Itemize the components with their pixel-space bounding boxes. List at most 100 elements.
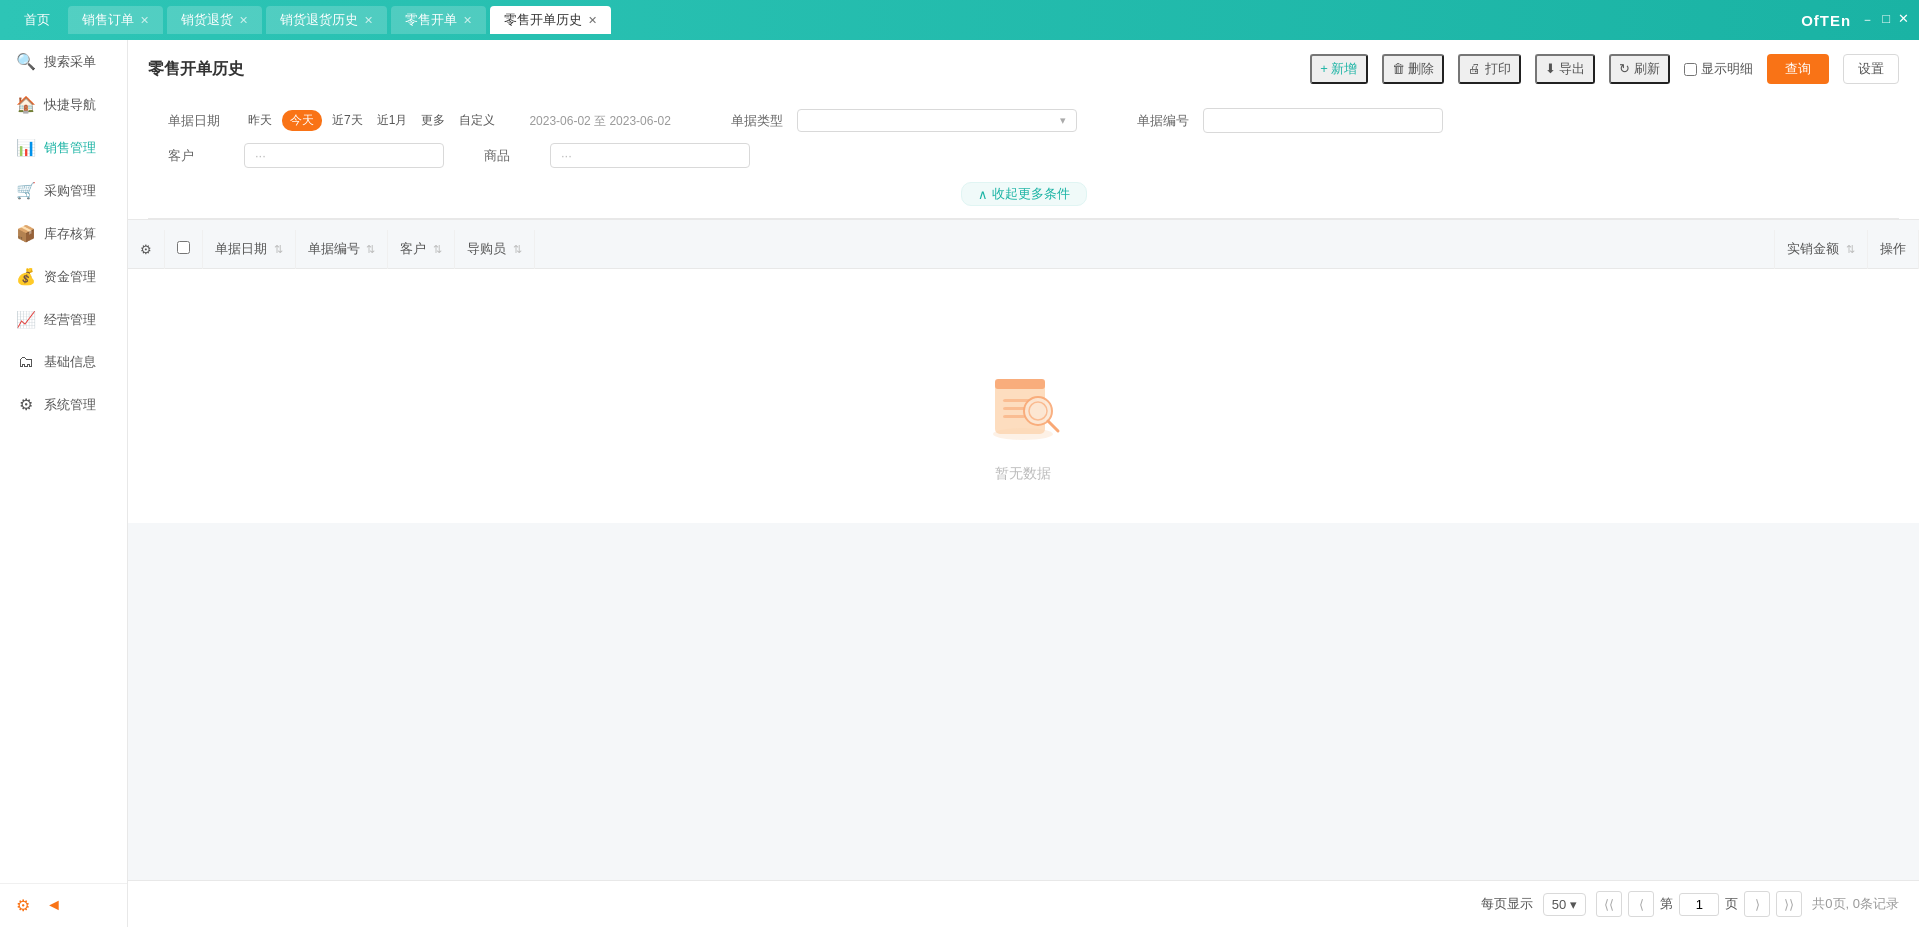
th-date-label: 单据日期 <box>215 241 267 256</box>
data-table: ⚙ 单据日期 ⇅ 单据编号 ⇅ <box>128 230 1919 523</box>
prev-page-button[interactable]: ⟨ <box>1628 891 1654 917</box>
minimize-button[interactable]: － <box>1861 11 1874 29</box>
goods-label: 商品 <box>484 147 540 165</box>
date-btn-7days[interactable]: 近7天 <box>328 110 367 131</box>
th-salesperson-label: 导购员 <box>467 241 506 256</box>
sidebar-item-inventory-label: 库存核算 <box>44 225 96 243</box>
th-settings[interactable]: ⚙ <box>128 230 165 269</box>
sidebar: 🔍 搜索采单 🏠 快捷导航 📊 销售管理 🛒 采购管理 📦 库存核算 💰 资金管… <box>0 40 128 927</box>
next-page-button[interactable]: ⟩ <box>1744 891 1770 917</box>
close-icon[interactable]: ✕ <box>364 14 373 27</box>
close-icon[interactable]: ✕ <box>588 14 597 27</box>
close-button[interactable]: ✕ <box>1898 11 1909 29</box>
settings-icon[interactable]: ⚙ <box>140 242 152 257</box>
sidebar-item-system-mgmt[interactable]: ⚙ 系统管理 <box>0 383 127 426</box>
display-toggle-label: 显示明细 <box>1701 60 1753 78</box>
date-btn-more[interactable]: 更多 <box>417 110 449 131</box>
sort-icon-salesperson[interactable]: ⇅ <box>513 243 522 255</box>
setting-button[interactable]: 设置 <box>1843 54 1899 84</box>
content-area: 零售开单历史 + 新增 🗑 删除 🖨 打印 ⬇ 导出 ↻ 刷新 显示明细 查询 … <box>128 40 1919 927</box>
tab-sales-order[interactable]: 销售订单 ✕ <box>68 6 163 34</box>
th-actions: 操作 <box>1868 230 1919 269</box>
date-btn-today[interactable]: 今天 <box>282 110 322 131</box>
maximize-button[interactable]: □ <box>1882 11 1890 29</box>
sort-icon-date[interactable]: ⇅ <box>274 243 283 255</box>
sidebar-item-search-order-label: 搜索采单 <box>44 53 96 71</box>
goods-input[interactable]: ··· <box>550 143 750 168</box>
collapse-button[interactable]: ∧ 收起更多条件 <box>961 182 1087 206</box>
per-page-value: 50 <box>1552 897 1566 912</box>
first-page-button[interactable]: ⟨⟨ <box>1596 891 1622 917</box>
sort-icon-amount[interactable]: ⇅ <box>1846 243 1855 255</box>
per-page-arrow-icon: ▾ <box>1570 897 1577 912</box>
last-page-button[interactable]: ⟩⟩ <box>1776 891 1802 917</box>
sidebar-item-operations[interactable]: 📈 经营管理 <box>0 298 127 341</box>
page-nav: ⟨⟨ ⟨ 第 页 ⟩ ⟩⟩ <box>1596 891 1802 917</box>
display-toggle-checkbox[interactable] <box>1684 63 1697 76</box>
refresh-button[interactable]: ↻ 刷新 <box>1609 54 1670 84</box>
sidebar-item-finance[interactable]: 💰 资金管理 <box>0 255 127 298</box>
date-btn-custom[interactable]: 自定义 <box>455 110 499 131</box>
sidebar-item-inventory[interactable]: 📦 库存核算 <box>0 212 127 255</box>
top-bar: 首页 销售订单 ✕ 销货退货 ✕ 销货退货历史 ✕ 零售开单 ✕ 零售开单历史 … <box>0 0 1919 40</box>
th-amount: 实销金额 ⇅ <box>1775 230 1868 269</box>
pagination-bar: 每页显示 50 ▾ ⟨⟨ ⟨ 第 页 ⟩ ⟩⟩ 共0页, 0条记录 <box>128 880 1919 927</box>
bill-no-input[interactable] <box>1203 108 1443 133</box>
select-all-checkbox[interactable] <box>177 241 190 254</box>
bill-type-arrow-icon: ▾ <box>1060 114 1066 127</box>
export-button[interactable]: ⬇ 导出 <box>1535 54 1596 84</box>
sort-icon-customer[interactable]: ⇅ <box>433 243 442 255</box>
sidebar-item-basic-info-label: 基础信息 <box>44 353 96 371</box>
per-page-select[interactable]: 50 ▾ <box>1543 893 1586 916</box>
empty-illustration <box>973 349 1073 449</box>
sidebar-item-quick-nav[interactable]: 🏠 快捷导航 <box>0 83 127 126</box>
sidebar-item-purchase-mgmt[interactable]: 🛒 采购管理 <box>0 169 127 212</box>
sidebar-item-finance-label: 资金管理 <box>44 268 96 286</box>
collapse-label: 收起更多条件 <box>992 185 1070 203</box>
th-customer-label: 客户 <box>400 241 426 256</box>
th-salesperson: 导购员 ⇅ <box>454 230 534 269</box>
page-title-row: 零售开单历史 + 新增 🗑 删除 🖨 打印 ⬇ 导出 ↻ 刷新 显示明细 查询 … <box>148 54 1899 84</box>
customer-input[interactable]: ··· <box>244 143 444 168</box>
per-page-label: 每页显示 <box>1481 895 1533 913</box>
sidebar-item-sales-mgmt[interactable]: 📊 销售管理 <box>0 126 127 169</box>
brand-logo: OfTEn <box>1801 12 1851 29</box>
table-header-row: ⚙ 单据日期 ⇅ 单据编号 ⇅ <box>128 230 1919 269</box>
date-btn-yesterday[interactable]: 昨天 <box>244 110 276 131</box>
tab-home-label: 首页 <box>24 11 50 29</box>
window-controls: － □ ✕ <box>1861 11 1909 29</box>
query-button[interactable]: 查询 <box>1767 54 1829 84</box>
bill-type-label: 单据类型 <box>731 112 787 130</box>
table-body: 暂无数据 <box>128 269 1919 524</box>
sidebar-item-search-order[interactable]: 🔍 搜索采单 <box>0 40 127 83</box>
sidebar-settings-icon[interactable]: ⚙ <box>16 896 30 915</box>
close-icon[interactable]: ✕ <box>239 14 248 27</box>
svg-line-7 <box>1048 421 1058 431</box>
add-button[interactable]: + 新增 <box>1310 54 1367 84</box>
display-toggle[interactable]: 显示明细 <box>1684 60 1753 78</box>
empty-cell: 暂无数据 <box>128 269 1919 524</box>
date-btn-1month[interactable]: 近1月 <box>373 110 412 131</box>
purchase-mgmt-icon: 🛒 <box>16 181 36 200</box>
tab-retail-open[interactable]: 零售开单 ✕ <box>391 6 486 34</box>
tab-sales-return[interactable]: 销货退货 ✕ <box>167 6 262 34</box>
sidebar-collapse-icon[interactable]: ◄ <box>46 896 62 915</box>
basic-info-icon: 🗂 <box>16 353 36 371</box>
customer-label: 客户 <box>168 147 224 165</box>
date-range: 2023-06-02 至 2023-06-02 <box>529 113 670 130</box>
tab-retail-open-history[interactable]: 零售开单历史 ✕ <box>490 6 611 34</box>
tab-retail-open-history-label: 零售开单历史 <box>504 11 582 29</box>
bill-type-select[interactable]: ▾ <box>797 109 1077 132</box>
close-icon[interactable]: ✕ <box>140 14 149 27</box>
sidebar-item-basic-info[interactable]: 🗂 基础信息 <box>0 341 127 383</box>
main-layout: 🔍 搜索采单 🏠 快捷导航 📊 销售管理 🛒 采购管理 📦 库存核算 💰 资金管… <box>0 40 1919 927</box>
svg-rect-2 <box>995 379 1045 389</box>
tab-home[interactable]: 首页 <box>10 6 64 34</box>
th-checkbox[interactable] <box>165 230 203 269</box>
sort-icon-bill-no[interactable]: ⇅ <box>366 243 375 255</box>
tab-sales-return-history[interactable]: 销货退货历史 ✕ <box>266 6 387 34</box>
print-button[interactable]: 🖨 打印 <box>1458 54 1521 84</box>
delete-button[interactable]: 🗑 删除 <box>1382 54 1445 84</box>
close-icon[interactable]: ✕ <box>463 14 472 27</box>
page-number-input[interactable] <box>1679 893 1719 916</box>
